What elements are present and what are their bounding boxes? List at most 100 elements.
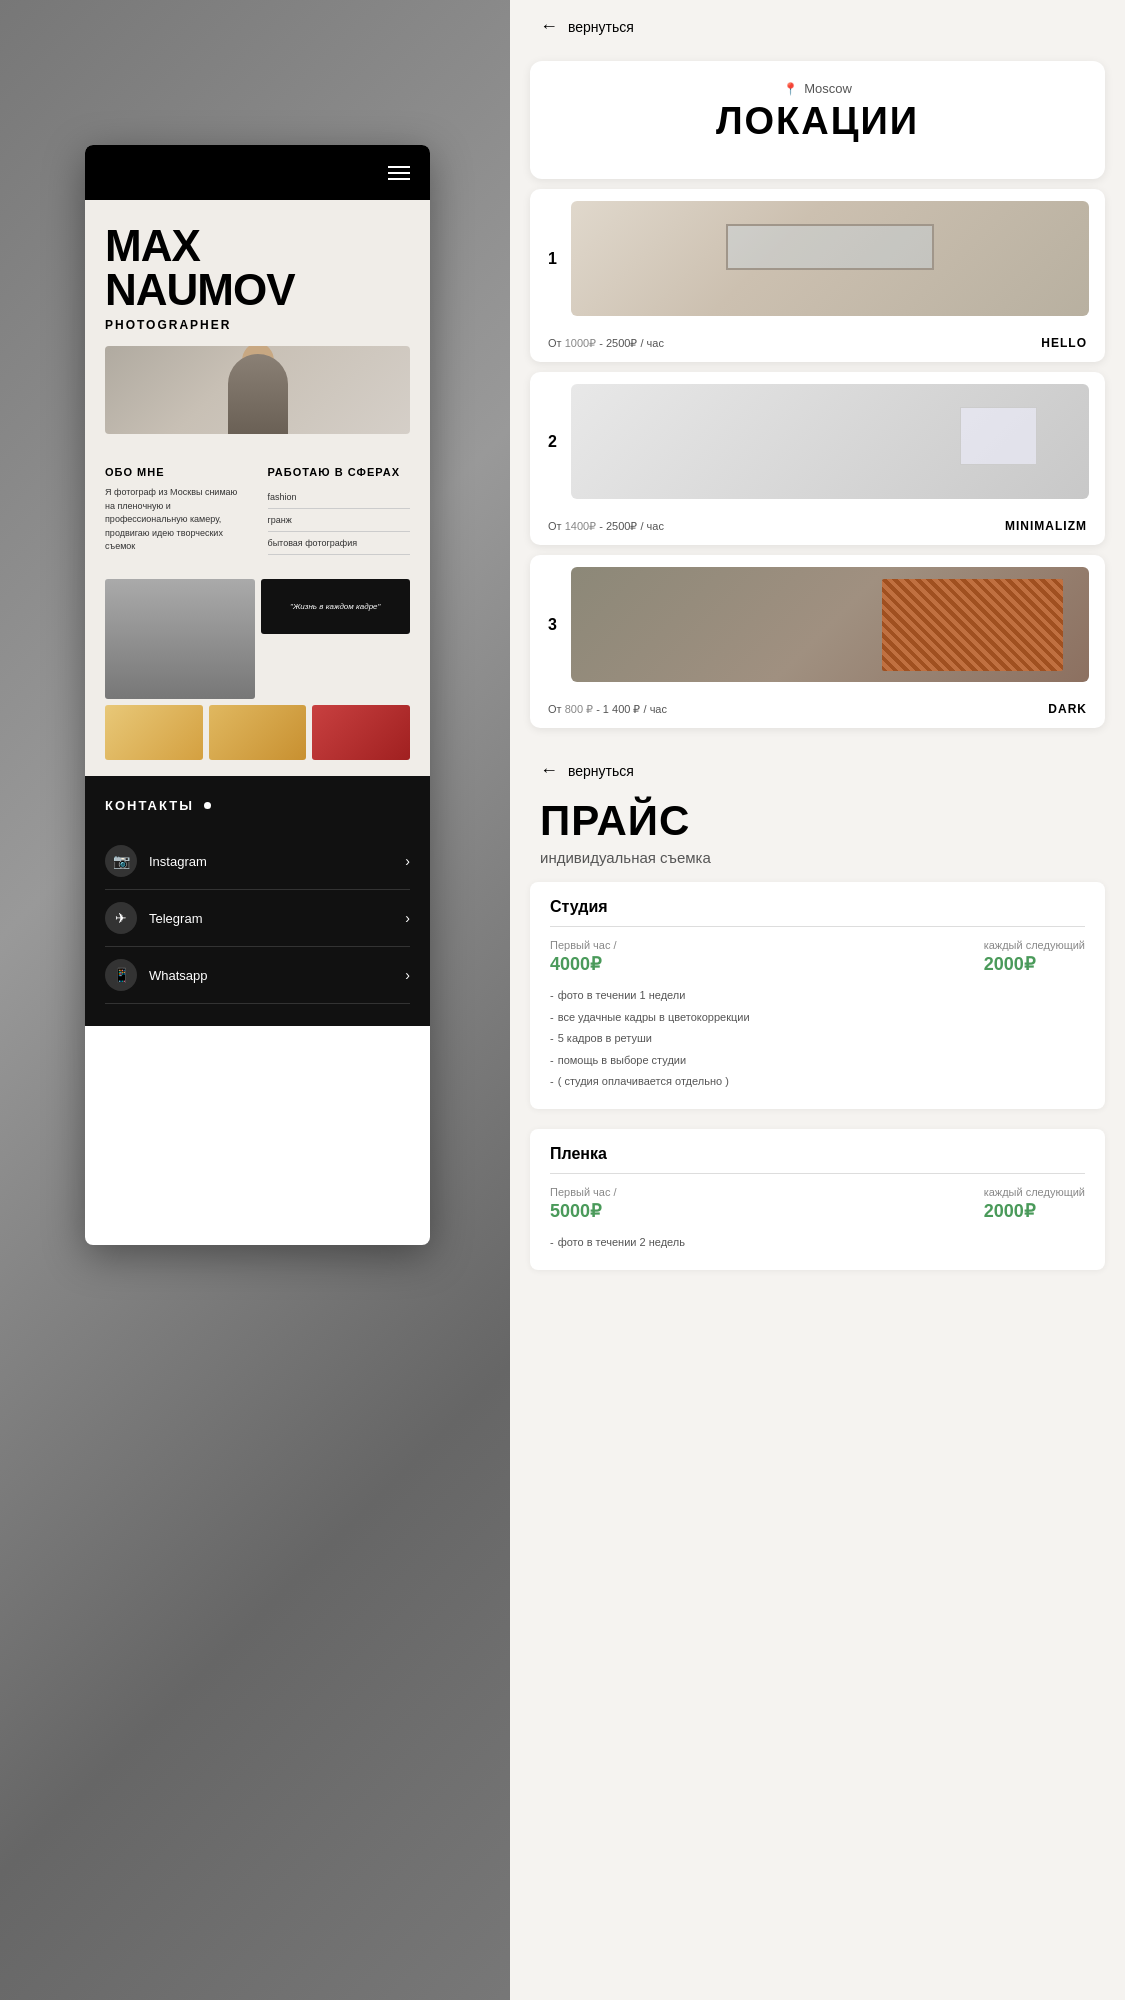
price-film-includes: фото в течении 2 недель bbox=[550, 1232, 1085, 1254]
bio-section: ОБО МНЕ Я фотограф из Москвы снимаю на п… bbox=[85, 450, 430, 571]
price-studio-cols: Первый час / 4000₽ каждый следующий 2000… bbox=[550, 939, 1085, 975]
gallery-quote-box: "Жизнь в каждом кадре" bbox=[261, 579, 411, 634]
location-3-number: 3 bbox=[530, 559, 557, 690]
contact-whatsapp[interactable]: 📱 Whatsapp › bbox=[105, 947, 410, 1004]
locations-back-nav[interactable]: ← вернуться bbox=[510, 0, 1125, 53]
locations-back-label: вернуться bbox=[568, 19, 634, 35]
location-item-3[interactable]: 3 От 800 ₽ - 1 400 ₽ / час DARK bbox=[530, 555, 1105, 728]
location-item-3-content: 3 bbox=[530, 555, 1105, 694]
contact-telegram[interactable]: ✈ Telegram › bbox=[105, 890, 410, 947]
locations-back-arrow-icon: ← bbox=[540, 16, 558, 37]
instagram-arrow: › bbox=[405, 853, 410, 869]
bio-text: Я фотограф из Москвы снимаю на пленочную… bbox=[105, 486, 248, 554]
location-2-footer: От 1400₽ - 2500₽ / час MINIMALIZM bbox=[530, 511, 1105, 545]
price-category-studio: Студия Первый час / 4000₽ каждый следующ… bbox=[530, 882, 1105, 1109]
whatsapp-icon: 📱 bbox=[105, 959, 137, 991]
price-header: ПРАЙС индивидуальная съемка bbox=[510, 797, 1125, 882]
photographer-profession: PHOTOGRAPHER bbox=[105, 318, 410, 332]
location-3-price: От 800 ₽ - 1 400 ₽ / час bbox=[548, 703, 667, 716]
photographer-name-line1: MAX bbox=[105, 224, 410, 268]
location-item-2[interactable]: 2 От 1400₽ - 2500₽ / час MINIMALIZM bbox=[530, 372, 1105, 545]
location-2-price-to: 2500₽ bbox=[606, 520, 637, 532]
location-pin-icon: 📍 bbox=[783, 82, 798, 96]
location-item-1[interactable]: 1 От 1000₽ - 2500₽ / час HELLO bbox=[530, 189, 1105, 362]
gallery-portrait-img bbox=[105, 579, 255, 699]
price-studio-include-3: 5 кадров в ретуши bbox=[550, 1028, 1085, 1050]
price-category-film: Пленка Первый час / 5000₽ каждый следующ… bbox=[530, 1129, 1105, 1270]
work-tag-3: бытовая фотография bbox=[268, 532, 411, 555]
location-2-image bbox=[571, 384, 1089, 499]
price-cat-film-name: Пленка bbox=[550, 1145, 1085, 1174]
gallery-thumb-3 bbox=[312, 705, 410, 760]
contacts-heading-row: КОНТАКТЫ bbox=[105, 798, 410, 813]
location-1-number: 1 bbox=[530, 193, 557, 324]
location-3-per: / час bbox=[644, 703, 667, 715]
hamburger-line-2 bbox=[388, 172, 410, 174]
location-1-footer: От 1000₽ - 2500₽ / час HELLO bbox=[530, 328, 1105, 362]
location-2-price: От 1400₽ - 2500₽ / час bbox=[548, 520, 664, 533]
price-film-include-1: фото в течении 2 недель bbox=[550, 1232, 1085, 1254]
gallery-bottom-row bbox=[105, 705, 410, 760]
telegram-arrow: › bbox=[405, 910, 410, 926]
price-studio-first: Первый час / 4000₽ bbox=[550, 939, 617, 975]
price-studio-include-2: все удачные кадры в цветокоррекции bbox=[550, 1007, 1085, 1029]
hamburger-menu[interactable] bbox=[388, 166, 410, 180]
price-studio-includes: фото в течении 1 недели все удачные кадр… bbox=[550, 985, 1085, 1093]
price-studio-include-1: фото в течении 1 недели bbox=[550, 985, 1085, 1007]
gallery-section: "Жизнь в каждом кадре" bbox=[85, 571, 430, 776]
hamburger-line-3 bbox=[388, 178, 410, 180]
phone-hero: MAX NAUMOV PHOTOGRAPHER bbox=[85, 200, 430, 450]
price-film-first-label: Первый час / bbox=[550, 1186, 617, 1198]
location-1-price: От 1000₽ - 2500₽ / час bbox=[548, 337, 664, 350]
phone-header bbox=[85, 145, 430, 200]
price-studio-first-value: 4000₽ bbox=[550, 954, 601, 974]
location-2-number: 2 bbox=[530, 376, 557, 507]
price-studio-first-label: Первый час / bbox=[550, 939, 617, 951]
price-subtitle: индивидуальная съемка bbox=[540, 849, 1095, 866]
contacts-section: КОНТАКТЫ 📷 Instagram › ✈ Telegram › 📱 Wh… bbox=[85, 776, 430, 1026]
location-3-image bbox=[571, 567, 1089, 682]
location-3-price-to: 1 400 ₽ bbox=[603, 703, 641, 715]
location-item-2-content: 2 bbox=[530, 372, 1105, 511]
price-film-first: Первый час / 5000₽ bbox=[550, 1186, 617, 1222]
contact-instagram[interactable]: 📷 Instagram › bbox=[105, 833, 410, 890]
gallery-thumb-2 bbox=[209, 705, 307, 760]
locations-card: 📍 Moscow ЛОКАЦИИ bbox=[530, 61, 1105, 179]
price-studio-include-5: ( студия оплачивается отдельно ) bbox=[550, 1071, 1085, 1093]
location-1-price-from: 1000₽ bbox=[565, 337, 596, 349]
price-title: ПРАЙС bbox=[540, 797, 1095, 845]
work-tag-2: гранж bbox=[268, 509, 411, 532]
price-film-next-label: каждый следующий bbox=[984, 1186, 1085, 1198]
location-2-name: MINIMALIZM bbox=[1005, 519, 1087, 533]
whatsapp-label: Whatsapp bbox=[149, 968, 405, 983]
price-back-nav[interactable]: ← вернуться bbox=[510, 744, 1125, 797]
bio-heading: ОБО МНЕ bbox=[105, 466, 248, 478]
price-film-next: каждый следующий 2000₽ bbox=[984, 1186, 1085, 1222]
contacts-dot bbox=[204, 802, 211, 809]
location-1-name: HELLO bbox=[1041, 336, 1087, 350]
location-item-1-content: 1 bbox=[530, 189, 1105, 328]
location-1-price-to: 2500₽ bbox=[606, 337, 637, 349]
phone-mockup: MAX NAUMOV PHOTOGRAPHER ОБО МНЕ Я фотогр… bbox=[85, 145, 430, 1245]
photographer-portrait bbox=[105, 346, 410, 434]
price-studio-next: каждый следующий 2000₽ bbox=[984, 939, 1085, 975]
price-back-label: вернуться bbox=[568, 763, 634, 779]
price-studio-include-4: помощь в выборе студии bbox=[550, 1050, 1085, 1072]
location-1-per: / час bbox=[640, 337, 663, 349]
hamburger-line-1 bbox=[388, 166, 410, 168]
location-3-footer: От 800 ₽ - 1 400 ₽ / час DARK bbox=[530, 694, 1105, 728]
instagram-icon: 📷 bbox=[105, 845, 137, 877]
instagram-label: Instagram bbox=[149, 854, 405, 869]
contacts-heading: КОНТАКТЫ bbox=[105, 798, 194, 813]
price-film-next-value: 2000₽ bbox=[984, 1201, 1035, 1221]
works-heading: РАБОТАЮ В СФЕРАХ bbox=[268, 466, 411, 478]
price-cat-studio-name: Студия bbox=[550, 898, 1085, 927]
whatsapp-arrow: › bbox=[405, 967, 410, 983]
price-studio-next-value: 2000₽ bbox=[984, 954, 1035, 974]
price-studio-next-label: каждый следующий bbox=[984, 939, 1085, 951]
gallery-quote-text: "Жизнь в каждом кадре" bbox=[290, 602, 380, 611]
location-city-row: 📍 Moscow bbox=[554, 81, 1081, 96]
telegram-label: Telegram bbox=[149, 911, 405, 926]
location-city: Moscow bbox=[804, 81, 852, 96]
location-2-price-from: 1400₽ bbox=[565, 520, 596, 532]
